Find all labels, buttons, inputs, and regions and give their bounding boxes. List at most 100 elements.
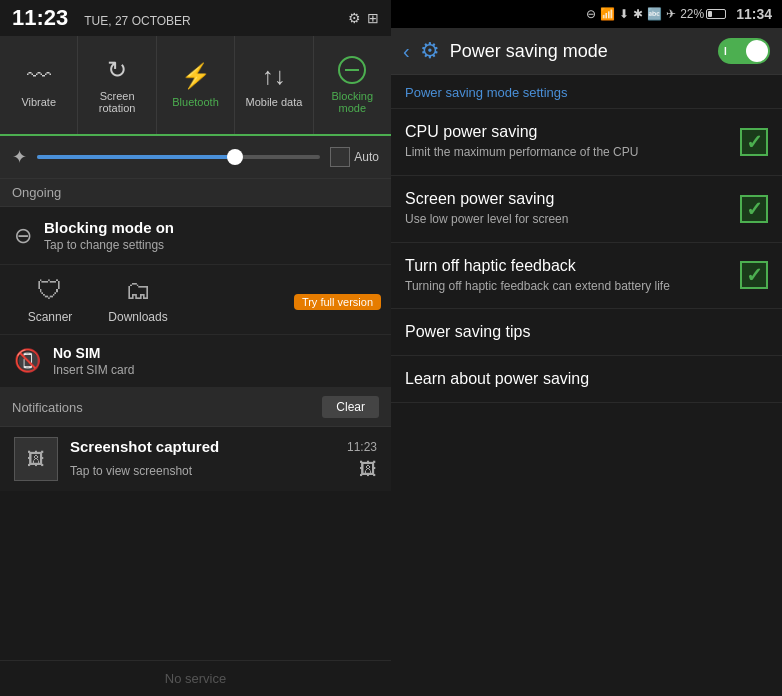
minus-icon: ⊖: [586, 7, 596, 21]
power-saving-header: ‹ ⚙ Power saving mode I: [391, 28, 782, 75]
power-saving-toggle[interactable]: I: [718, 38, 770, 64]
notifications-header: Notifications Clear: [0, 388, 391, 427]
haptic-feedback-checkbox[interactable]: ✓: [740, 261, 768, 289]
qs-vibrate-label: Vibrate: [21, 96, 56, 108]
cpu-power-saving-title: CPU power saving: [405, 123, 740, 141]
qs-blocking-label: Blocking mode: [318, 90, 387, 114]
brightness-thumb: [227, 149, 243, 165]
vibrate-icon: 〰: [27, 62, 51, 90]
ad-badge[interactable]: Try full version: [294, 294, 381, 310]
settings-icon[interactable]: ⚙: [348, 10, 361, 26]
scanner-label: Scanner: [28, 310, 73, 324]
qs-mobile-data-label: Mobile data: [245, 96, 302, 108]
downloads-icon: 🗂: [125, 275, 151, 306]
brightness-slider[interactable]: [37, 155, 320, 159]
bottom-bar-left: No service: [0, 660, 391, 696]
blocking-mode-icon: [338, 56, 366, 84]
qs-screen-rotation[interactable]: ↻ Screen rotation: [78, 36, 156, 134]
blocking-mode-sub: Tap to change settings: [44, 238, 377, 252]
screenshot-notification[interactable]: 🖼 Screenshot captured 11:23 Tap to view …: [0, 427, 391, 491]
brightness-auto: Auto: [330, 147, 379, 167]
screen-power-saving-title: Screen power saving: [405, 190, 740, 208]
network-icon: 🔤: [647, 7, 662, 21]
status-icons-left: ⚙ ⊞: [348, 10, 379, 26]
battery-percent: 22%: [680, 7, 704, 21]
screenshot-sub: Tap to view screenshot: [70, 464, 192, 478]
scanner-icon: 🛡: [37, 275, 63, 306]
learn-power-saving-link[interactable]: Learn about power saving: [391, 356, 782, 403]
toggle-knob: [746, 40, 768, 62]
screenshot-image-icon: 🖼: [359, 459, 377, 480]
brightness-row: ✦ Auto: [0, 136, 391, 179]
screen-power-saving-text: Screen power saving Use low power level …: [405, 190, 740, 228]
ad-badge-wrap: Try full version: [294, 290, 381, 310]
toggle-label: I: [724, 46, 727, 57]
ad-row: 🛡 Scanner 🗂 Downloads Try full version: [0, 265, 391, 335]
brightness-fill: [37, 155, 235, 159]
qs-mobile-data[interactable]: ↑↓ Mobile data: [235, 36, 313, 134]
right-panel: ⊖ 📶 ⬇ ✱ 🔤 ✈ 22% 11:34 ‹ ⚙ Power saving m…: [391, 0, 782, 696]
screenshot-info: Screenshot captured 11:23 Tap to view sc…: [70, 438, 377, 480]
power-saving-tips-link[interactable]: Power saving tips: [391, 309, 782, 356]
battery-fill: [708, 11, 712, 17]
wifi-icon: ⬇: [619, 7, 629, 21]
notifications-label: Notifications: [12, 400, 83, 415]
haptic-check-mark: ✓: [746, 263, 763, 287]
status-bar-right: ⊖ 📶 ⬇ ✱ 🔤 ✈ 22% 11:34: [391, 0, 782, 28]
no-sim-icon: 📵: [14, 348, 41, 374]
status-date-left: TUE, 27 OCTOBER: [84, 14, 190, 28]
blocking-mode-text: Blocking mode on Tap to change settings: [44, 219, 377, 252]
battery-body: [706, 9, 726, 19]
qs-blocking-mode[interactable]: Blocking mode: [314, 36, 391, 134]
screen-power-saving-item[interactable]: Screen power saving Use low power level …: [391, 176, 782, 243]
screen-power-saving-checkbox[interactable]: ✓: [740, 195, 768, 223]
grid-icon[interactable]: ⊞: [367, 10, 379, 26]
back-button[interactable]: ‹: [403, 40, 410, 63]
haptic-feedback-title: Turn off haptic feedback: [405, 257, 740, 275]
blocking-mode-notification[interactable]: ⊖ Blocking mode on Tap to change setting…: [0, 207, 391, 265]
left-panel: 11:23 TUE, 27 OCTOBER ⚙ ⊞ 〰 Vibrate ↻ Sc…: [0, 0, 391, 696]
haptic-feedback-text: Turn off haptic feedback Turning off hap…: [405, 257, 740, 295]
qs-bluetooth[interactable]: ⚡ Bluetooth: [157, 36, 235, 134]
screenshot-time: 11:23: [347, 440, 377, 454]
screenshot-thumbnail: 🖼: [14, 437, 58, 481]
haptic-feedback-sub: Turning off haptic feedback can extend b…: [405, 278, 740, 295]
cpu-power-saving-checkbox[interactable]: ✓: [740, 128, 768, 156]
brightness-icon: ✦: [12, 146, 27, 168]
blocking-mode-notif-icon: ⊖: [14, 223, 32, 249]
no-sim-notification[interactable]: 📵 No SIM Insert SIM card: [0, 335, 391, 388]
cpu-power-saving-text: CPU power saving Limit the maximum perfo…: [405, 123, 740, 161]
status-bar-left: 11:23 TUE, 27 OCTOBER ⚙ ⊞: [0, 0, 391, 36]
blocking-mode-title: Blocking mode on: [44, 219, 377, 236]
ongoing-header: Ongoing: [0, 179, 391, 207]
scanner-ad-item[interactable]: 🛡 Scanner: [10, 275, 90, 324]
screen-check-mark: ✓: [746, 197, 763, 221]
status-time-left: 11:23: [12, 5, 68, 31]
clear-button[interactable]: Clear: [322, 396, 379, 418]
downloads-label: Downloads: [108, 310, 167, 324]
qs-bluetooth-label: Bluetooth: [172, 96, 218, 108]
cpu-power-saving-item[interactable]: CPU power saving Limit the maximum perfo…: [391, 109, 782, 176]
signal-icon-right: 📶: [600, 7, 615, 21]
header-title: Power saving mode: [450, 41, 708, 62]
downloads-ad-item[interactable]: 🗂 Downloads: [98, 275, 178, 324]
cpu-power-saving-sub: Limit the maximum performance of the CPU: [405, 144, 740, 161]
quick-settings-row: 〰 Vibrate ↻ Screen rotation ⚡ Bluetooth …: [0, 36, 391, 136]
mobile-data-icon: ↑↓: [262, 62, 286, 90]
screen-power-saving-sub: Use low power level for screen: [405, 211, 740, 228]
no-service-label: No service: [165, 671, 226, 686]
qs-vibrate[interactable]: 〰 Vibrate: [0, 36, 78, 134]
bluetooth-icon-right: ✱: [633, 7, 643, 21]
bluetooth-icon: ⚡: [181, 62, 211, 90]
auto-checkbox[interactable]: [330, 147, 350, 167]
no-sim-title: No SIM: [53, 345, 377, 361]
settings-gear-icon: ⚙: [420, 38, 440, 64]
no-sim-text: No SIM Insert SIM card: [53, 345, 377, 377]
rotation-icon: ↻: [107, 56, 127, 84]
settings-subtitle: Power saving mode settings: [391, 75, 782, 109]
qs-rotation-label: Screen rotation: [82, 90, 151, 114]
battery-indicator: 22%: [680, 7, 726, 21]
haptic-feedback-item[interactable]: Turn off haptic feedback Turning off hap…: [391, 243, 782, 310]
screenshot-title: Screenshot captured: [70, 438, 219, 455]
airplane-icon: ✈: [666, 7, 676, 21]
